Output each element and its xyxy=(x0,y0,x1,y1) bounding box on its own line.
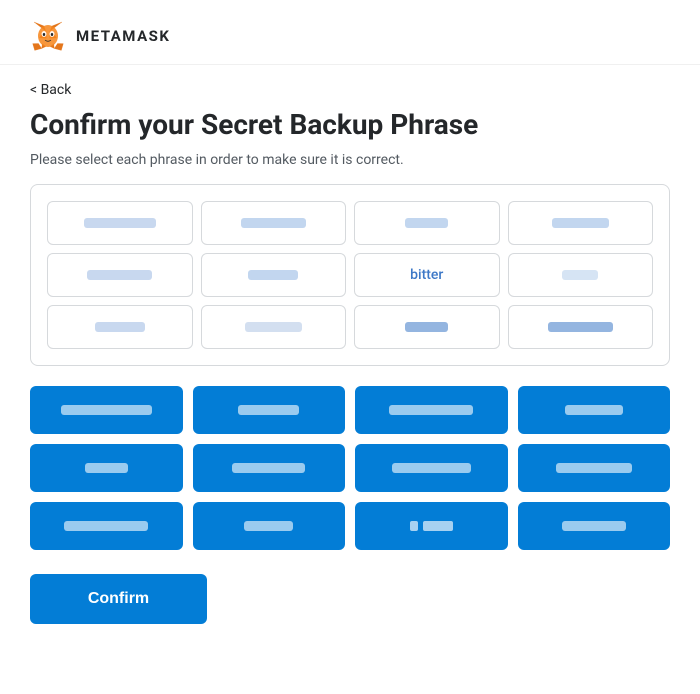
confirm-phrase-grid: bitter xyxy=(47,201,653,349)
confirm-phrase-area: bitter xyxy=(30,184,670,366)
word-button-4[interactable] xyxy=(518,386,671,434)
app-logo-text: METAMASK xyxy=(76,27,170,45)
word-button-2[interactable] xyxy=(193,386,346,434)
word-button-10[interactable] xyxy=(193,502,346,550)
word-buttons-grid xyxy=(30,386,670,550)
app-header: METAMASK xyxy=(0,0,700,65)
confirm-button[interactable]: Confirm xyxy=(30,574,207,624)
word-button-6[interactable] xyxy=(193,444,346,492)
phrase-slot-12[interactable] xyxy=(508,305,654,349)
word-button-7[interactable] xyxy=(355,444,508,492)
phrase-slot-3[interactable] xyxy=(354,201,500,245)
phrase-slot-9[interactable] xyxy=(47,305,193,349)
phrase-slot-1[interactable] xyxy=(47,201,193,245)
word-button-1[interactable] xyxy=(30,386,183,434)
phrase-slot-5[interactable] xyxy=(47,253,193,297)
phrase-slot-7[interactable]: bitter xyxy=(354,253,500,297)
word-button-11[interactable] xyxy=(355,502,508,550)
word-button-9[interactable] xyxy=(30,502,183,550)
page-subtitle: Please select each phrase in order to ma… xyxy=(30,152,670,168)
word-button-8[interactable] xyxy=(518,444,671,492)
page-title: Confirm your Secret Backup Phrase xyxy=(30,108,670,142)
phrase-slot-8[interactable] xyxy=(508,253,654,297)
phrase-slot-2[interactable] xyxy=(201,201,347,245)
phrase-slot-6[interactable] xyxy=(201,253,347,297)
phrase-slot-11[interactable] xyxy=(354,305,500,349)
back-button[interactable]: < Back xyxy=(30,82,71,98)
word-button-12[interactable] xyxy=(518,502,671,550)
page-content: < Back Confirm your Secret Backup Phrase… xyxy=(0,65,700,644)
metamask-logo-icon xyxy=(30,18,66,54)
phrase-slot-4[interactable] xyxy=(508,201,654,245)
word-button-3[interactable] xyxy=(355,386,508,434)
phrase-slot-10[interactable] xyxy=(201,305,347,349)
word-button-5[interactable] xyxy=(30,444,183,492)
